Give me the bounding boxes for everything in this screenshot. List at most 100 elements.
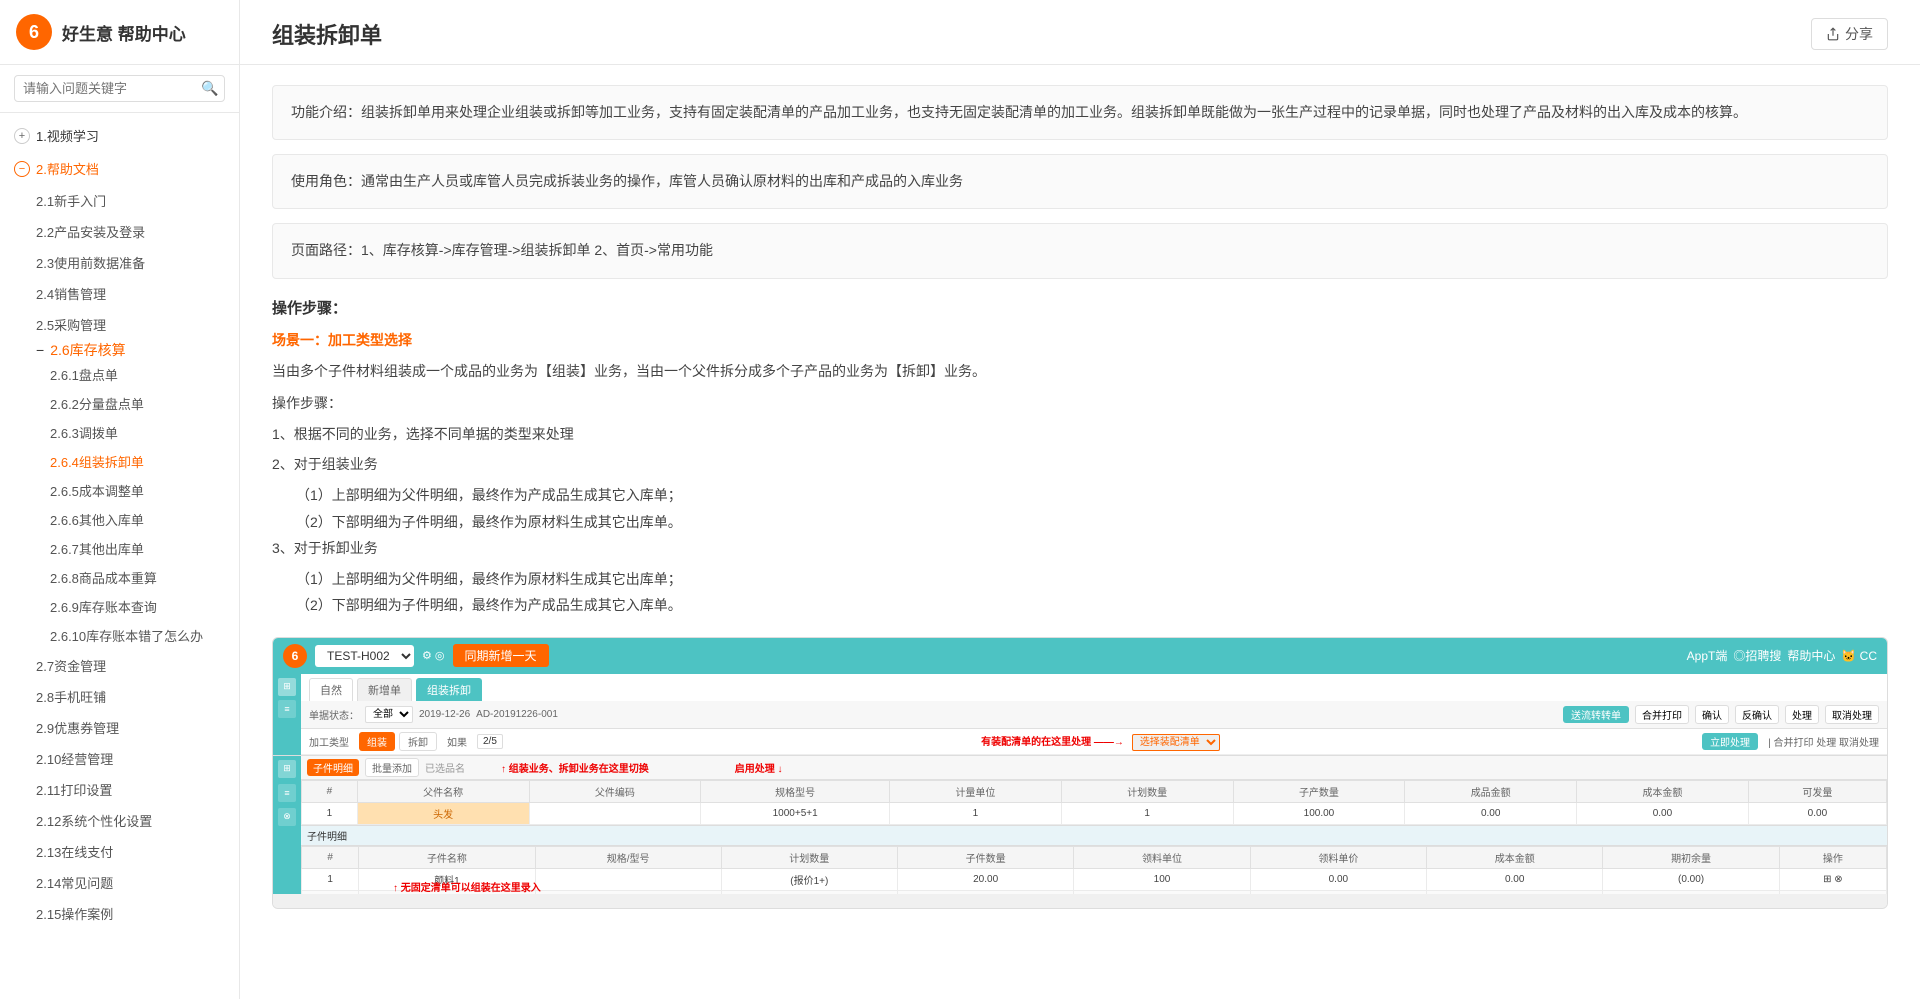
page-header: 组装拆卸单 分享 (240, 0, 1920, 65)
sc-status-select[interactable]: 全部 (365, 706, 413, 723)
sidebar-item-install[interactable]: 2.2产品安装及登录 (36, 216, 239, 247)
sidebar-item-sales[interactable]: 2.4销售管理 (36, 278, 239, 309)
sidebar-item-stocktake2[interactable]: 2.6.2分量盘点单 (50, 389, 239, 418)
sc-lcol-costamt: 成本金额 (1427, 846, 1603, 868)
sc-tab-assembly[interactable]: 组装拆卸 (416, 678, 482, 701)
sidebar-item-ledger[interactable]: 2.6.9库存账本查询 (50, 592, 239, 621)
sidebar-item-otherinstock[interactable]: 2.6.6其他入库单 (50, 505, 239, 534)
sc-annotation-area: 有装配清单的在这里处理 ——→ 选择装配清单 (513, 732, 1692, 751)
sc-type-toggle: 组装 拆卸 (359, 732, 437, 751)
sidebar-label-docs: 2.帮助文档 (36, 159, 225, 178)
sidebar-item-coupon[interactable]: 2.9优惠券管理 (36, 712, 239, 743)
sc-lower-label: 子件明细 (307, 828, 347, 843)
sc-col-spec: 规格型号 (701, 780, 890, 802)
sidebar-item-settings[interactable]: 2.12系统个性化设置 (36, 805, 239, 836)
step-2: 2、对于组装业务 (272, 451, 1888, 478)
sidebar-item-print[interactable]: 2.11打印设置 (36, 774, 239, 805)
sc-store-select[interactable]: TEST-H002 (315, 645, 414, 667)
sc-unconfirm-btn[interactable]: 反确认 (1735, 705, 1779, 724)
step-1: 1、根据不同的业务，选择不同单据的类型来处理 (272, 421, 1888, 448)
sc-cell-pcode (529, 802, 701, 824)
sc-cancel-handle-btn[interactable]: 取消处理 (1825, 705, 1879, 724)
sidebar-item-purchase[interactable]: 2.5采购管理 (36, 309, 239, 340)
sidebar-item-ledgererror[interactable]: 2.6.10库存账本错了怎么办 (50, 621, 239, 650)
sidebar-item-inventory[interactable]: − 2.6库存核算 (36, 340, 239, 360)
sc-more-btns: | 合并打印 处理 取消处理 (1768, 734, 1879, 749)
info-text-2: 使用角色：通常由生产人员或库管人员完成拆装业务的操作，库管人员确认原材料的出库和… (291, 173, 963, 189)
sc-col-avail: 可发量 (1748, 780, 1886, 802)
sc-lrow2-subqty: 20.00 (897, 890, 1073, 894)
sc-logo: 6 (283, 644, 307, 668)
step-2-1: （1）上部明细为父件明细，最终作为产成品生成其它入库单； (272, 482, 1888, 509)
sc-app-icon: AppT端 (1687, 647, 1728, 664)
sc-toolbar: 单据状态： 全部 2019-12-26 AD-20191226-001 送流转转… (301, 701, 1887, 729)
sc-sub-toolbar: 子件明细 批量添加 已选品名 ↑ 组装业务、拆卸业务在这里切换 启用处理 ↓ (301, 756, 1887, 780)
share-icon (1826, 27, 1840, 41)
search-input[interactable] (14, 75, 225, 102)
sc-bom-select[interactable]: 选择装配清单 (1132, 734, 1220, 751)
sc-lcol-remain: 期初余量 (1603, 846, 1779, 868)
sc-col-parent-code: 父件编码 (529, 780, 701, 802)
sidebar-item-finance[interactable]: 2.7资金管理 (36, 650, 239, 681)
sc-process-btn[interactable]: 送流转转单 (1563, 706, 1629, 723)
sc-handle-btn[interactable]: 处理 (1785, 705, 1819, 724)
sc-immediate-btn[interactable]: 立即处理 (1702, 733, 1758, 750)
sidebar-item-mobile[interactable]: 2.8手机旺铺 (36, 681, 239, 712)
sidebar-item-assembly[interactable]: 2.6.4组装拆卸单 (50, 447, 239, 476)
sidebar-item-payment[interactable]: 2.13在线支付 (36, 836, 239, 867)
info-block-3: 页面路径：1、库存核算->库存管理->组装拆卸单 2、首页->常用功能 (272, 223, 1888, 278)
sc-lcol-op: 操作 (1779, 846, 1886, 868)
sidebar-item-docs[interactable]: − 2.帮助文档 (0, 152, 239, 185)
sc-lrow2-matunit: 100 (1074, 890, 1250, 894)
sidebar-item-otheroutstock[interactable]: 2.6.7其他出库单 (50, 534, 239, 563)
share-button[interactable]: 分享 (1811, 18, 1888, 50)
sc-lrow2-remain: (0.00) (1603, 890, 1779, 894)
sidebar-item-stocktake[interactable]: 2.6.1盘点单 (50, 360, 239, 389)
sc-lcol-subqty: 子件数量 (897, 846, 1073, 868)
sidebar-item-operation[interactable]: 2.10经营管理 (36, 743, 239, 774)
sc-body-icons: ⊞ ≡ ⊗ (273, 756, 301, 894)
sc-disassembly-btn[interactable]: 拆卸 (399, 732, 437, 751)
sidebar-item-video[interactable]: + 1.视频学习 (0, 119, 239, 152)
sidebar-item-transfer[interactable]: 2.6.3调拨单 (50, 418, 239, 447)
sc-cell-avail: 0.00 (1748, 802, 1886, 824)
sc-confirm-btn[interactable]: 确认 (1695, 705, 1729, 724)
search-icon[interactable]: 🔍 (201, 80, 218, 97)
sidebar-item-newbie[interactable]: 2.1新手入门 (36, 185, 239, 216)
sc-col-cost-amt: 成本金额 (1577, 780, 1749, 802)
info-block-2: 使用角色：通常由生产人员或库管人员完成拆装业务的操作，库管人员确认原材料的出库和… (272, 154, 1888, 209)
sc-print-btn[interactable]: 合并打印 (1635, 705, 1689, 724)
sc-annotation-enable: 启用处理 ↓ (735, 760, 783, 775)
screenshot-inner: 6 TEST-H002 ⚙ ◎ 同期新增一天 AppT端 ◎招聘搜 帮助中心 🐱… (273, 638, 1887, 908)
sc-date-label: 2019-12-26 (419, 709, 470, 720)
sc-cell-idx: 1 (302, 802, 358, 824)
sc-tab-new[interactable]: 新增单 (357, 678, 412, 701)
search-area: 🔍 (0, 65, 239, 113)
sc-upper-tbody: 1 头发 1000+5+1 1 1 100.00 0.00 0.00 0. (302, 802, 1887, 824)
logo-area: 6 好生意 帮助中心 (0, 0, 239, 65)
sc-sub-btn-batch[interactable]: 批量添加 (365, 758, 419, 777)
sc-tabs-list: 自然 新增单 组装拆卸 (301, 674, 1887, 701)
sc-annotation-nofixed: ↑ 无固定清单可以组装在这里录入 (393, 879, 541, 894)
sc-sub-btn-detail[interactable]: 子件明细 (307, 759, 359, 776)
sc-qty-label: 如果 (447, 734, 467, 749)
sc-body: ⊞ ≡ ⊗ 子件明细 批量添加 已选品名 ↑ 组装业务、拆卸业务在这里切换 启用… (273, 756, 1887, 894)
sc-lcol-idx: # (302, 846, 359, 868)
sidebar-item-cases[interactable]: 2.15操作案例 (36, 898, 239, 929)
sidebar-label-inventory: 2.6库存核算 (50, 340, 239, 360)
sc-assembly-btn[interactable]: 组装 (359, 732, 395, 751)
sc-annotation-bom: 有装配清单的在这里处理 ——→ (981, 737, 1124, 748)
sc-status-label: 单据状态： (309, 707, 359, 722)
sc-body-icon-2: ≡ (278, 784, 296, 802)
sc-tab-home[interactable]: 自然 (309, 678, 353, 701)
sc-lrow1-spec (535, 868, 721, 890)
sidebar-item-costadjust[interactable]: 2.6.5成本调整单 (50, 476, 239, 505)
sc-lrow1-matunit: 100 (1074, 868, 1250, 890)
sidebar-item-faq[interactable]: 2.14常见问题 (36, 867, 239, 898)
sc-user-icon: 🐱 CC (1841, 649, 1877, 663)
sc-col-idx: # (302, 780, 358, 802)
sidebar-item-dataprep[interactable]: 2.3使用前数据准备 (36, 247, 239, 278)
sc-newday-btn[interactable]: 同期新增一天 (453, 644, 549, 667)
share-label: 分享 (1845, 24, 1873, 44)
sidebar-item-costrecalc[interactable]: 2.6.8商品成本重算 (50, 563, 239, 592)
